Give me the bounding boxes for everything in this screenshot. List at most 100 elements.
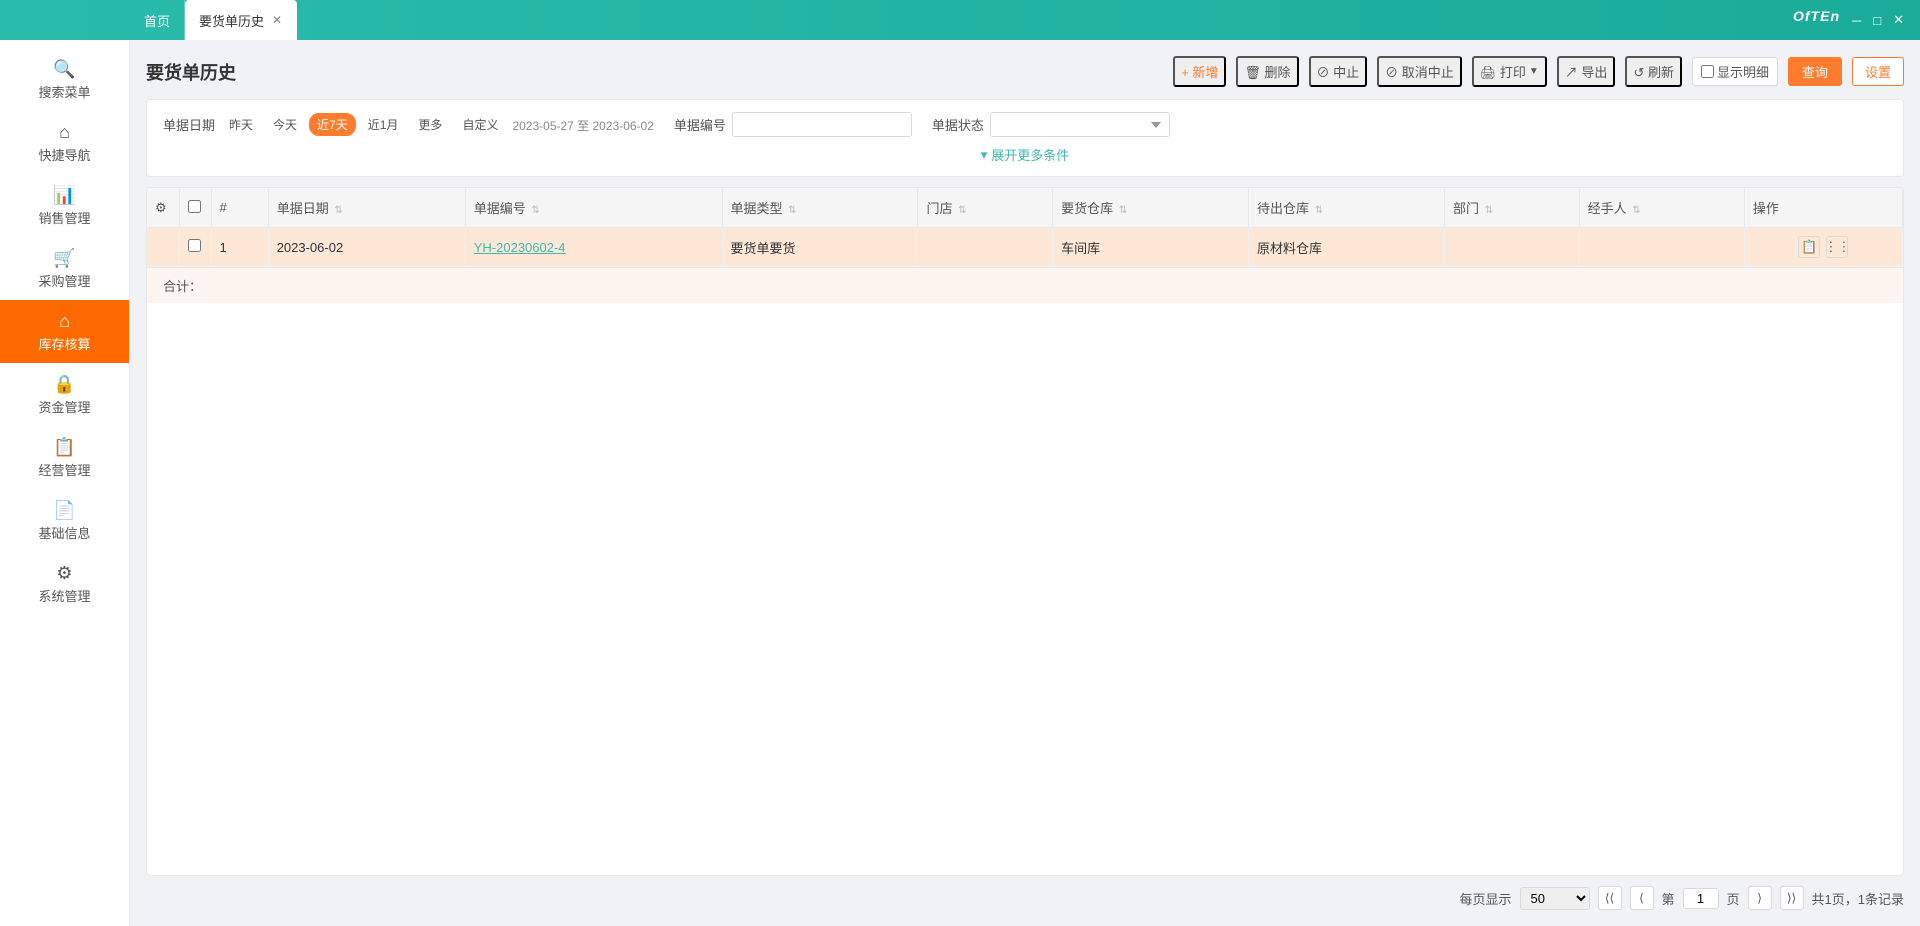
th-date: 单据日期 ⇅ [268,188,465,228]
date-btn-7days[interactable]: 近7天 [309,113,356,136]
sort-icon-pending-wh[interactable]: ⇅ [1315,205,1323,216]
row-checkbox[interactable] [188,239,201,252]
sidebar-item-operation[interactable]: 📋 经营管理 [0,426,129,489]
print-chevron-icon: ▼ [1529,66,1539,77]
query-label: 查询 [1802,62,1828,81]
window-min-icon[interactable]: ─ [1852,13,1861,28]
brand-logo: OfTEn [1793,8,1840,24]
sidebar-item-quick-nav[interactable]: ⌂ 快捷导航 [0,111,129,174]
sidebar-item-finance[interactable]: 🔒 资金管理 [0,363,129,426]
select-all-checkbox[interactable] [188,200,201,213]
th-dept: 部门 ⇅ [1444,188,1579,228]
page-title: 要货单历史 [146,59,236,85]
sort-icon-doc-no[interactable]: ⇅ [531,205,539,216]
tab-requisition-history[interactable]: 要货单历史 ✕ [185,0,297,40]
new-button[interactable]: + 新增 [1173,56,1226,87]
page-label-before: 第 [1662,889,1675,908]
gear-icon: ⚙ [56,564,72,582]
expand-filter-button[interactable]: ▾ 展开更多条件 [981,145,1070,164]
print-button[interactable]: 🖨 打印 ▼ [1472,56,1547,87]
page-label-after: 页 [1727,889,1740,908]
chevron-down-icon: ▾ [981,147,988,163]
sort-icon-handler[interactable]: ⇅ [1632,205,1640,216]
date-btn-yesterday[interactable]: 昨天 [221,113,261,136]
doc-no-link[interactable]: YH-20230602-4 [474,240,566,255]
page-size-select[interactable]: 50 10 20 100 [1520,887,1590,910]
sidebar-item-label: 库存核算 [38,334,90,353]
sidebar-item-label: 基础信息 [38,523,90,542]
chart-icon: 📊 [53,186,75,204]
sidebar: 🔍 搜索菜单 ⌂ 快捷导航 📊 销售管理 🛒 采购管理 ⌂ 库存核算 🔒 资金管… [0,40,130,926]
sort-icon-req-wh[interactable]: ⇅ [1119,205,1127,216]
window-max-icon[interactable]: □ [1873,13,1881,28]
page-input[interactable] [1683,888,1719,909]
sidebar-item-system[interactable]: ⚙ 系统管理 [0,552,129,615]
status-select[interactable] [990,112,1170,137]
stop-button[interactable]: ⊘ 中止 [1309,56,1368,87]
th-no: # [211,188,268,228]
top-bar: 首页 要货单历史 ✕ ─ □ ✕ OfTEn [0,0,1920,40]
page-first-button[interactable]: ⟨⟨ [1598,886,1622,910]
sort-icon-date[interactable]: ⇅ [334,205,342,216]
sort-icon-store[interactable]: ⇅ [958,205,966,216]
td-doc-no: YH-20230602-4 [465,228,722,267]
date-btn-today[interactable]: 今天 [265,113,305,136]
refresh-button[interactable]: ↺ 刷新 [1625,56,1682,87]
sidebar-item-search-menu[interactable]: 🔍 搜索菜单 [0,48,129,111]
page-last-button[interactable]: ⟩⟩ [1780,886,1804,910]
export-button[interactable]: ↗ 导出 [1557,56,1616,87]
delete-button[interactable]: 🗑 删除 [1236,56,1298,87]
sidebar-item-purchase[interactable]: 🛒 采购管理 [0,237,129,300]
page-next-button[interactable]: ⟩ [1748,886,1772,910]
table-header-row: ⚙ # 单据日期 ⇅ 单据编号 ⇅ [147,188,1903,228]
display-detail-checkbox[interactable] [1701,65,1714,78]
page-prev-button[interactable]: ⟨ [1630,886,1654,910]
td-doc-type: 要货单要货 [722,228,918,267]
doc-no-label: 单据编号 [674,115,726,134]
toolbar: + 新增 🗑 删除 ⊘ 中止 ⊘ 取消中止 🖨 打印 ▼ ↗ 导出 [1173,56,1904,87]
stop-label: ⊘ 中止 [1317,62,1360,81]
th-checkbox [179,188,211,228]
home-icon: ⌂ [59,123,70,141]
top-bar-right: ─ □ ✕ [1852,0,1904,40]
page-title-bar: 要货单历史 + 新增 🗑 删除 ⊘ 中止 ⊘ 取消中止 🖨 打印 ▼ [146,56,1904,87]
tab-close-icon[interactable]: ✕ [272,13,282,27]
sort-icon-dept[interactable]: ⇅ [1485,205,1493,216]
th-settings[interactable]: ⚙ [147,188,179,228]
settings-button[interactable]: 设置 [1852,57,1904,86]
date-btn-1month[interactable]: 近1月 [360,113,407,136]
row-action-view[interactable]: 📋 [1798,236,1820,258]
table-row: 1 2023-06-02 YH-20230602-4 要货单要货 车间库 原材料… [147,228,1903,267]
sidebar-item-label: 销售管理 [38,208,90,227]
th-doc-no: 单据编号 ⇅ [465,188,722,228]
sort-icon-doc-type[interactable]: ⇅ [788,205,796,216]
settings-label: 设置 [1865,62,1891,81]
pagination-bar: 每页显示 50 10 20 100 ⟨⟨ ⟨ 第 页 ⟩ ⟩⟩ 共1页，1条记录 [146,876,1904,910]
tab-home[interactable]: 首页 [130,0,185,40]
display-detail-toggle[interactable]: 显示明细 [1692,57,1778,86]
doc-no-input[interactable] [732,112,912,137]
lock-icon: 🔒 [53,375,75,393]
sidebar-item-sales[interactable]: 📊 销售管理 [0,174,129,237]
th-ops: 操作 [1744,188,1902,228]
row-action-more[interactable]: ⋮⋮ [1826,236,1848,258]
td-date: 2023-06-02 [268,228,465,267]
cancel-stop-label: ⊘ 取消中止 [1385,62,1454,81]
status-label: 单据状态 [932,115,984,134]
sidebar-item-inventory[interactable]: ⌂ 库存核算 [0,300,129,363]
date-btn-custom[interactable]: 自定义 [454,113,506,136]
export-label: ↗ 导出 [1565,62,1608,81]
search-icon: 🔍 [53,60,75,78]
date-filter-label: 单据日期 [163,115,215,134]
total-info: 共1页，1条记录 [1812,889,1904,908]
query-button[interactable]: 查询 [1788,57,1842,86]
table-settings-icon[interactable]: ⚙ [155,200,167,215]
inventory-icon: ⌂ [59,312,70,330]
clipboard-icon: 📋 [53,438,75,456]
content-area: 要货单历史 + 新增 🗑 删除 ⊘ 中止 ⊘ 取消中止 🖨 打印 ▼ [130,40,1920,926]
td-req-warehouse: 车间库 [1053,228,1249,267]
cancel-stop-button[interactable]: ⊘ 取消中止 [1377,56,1462,87]
date-btn-more[interactable]: 更多 [410,113,450,136]
sidebar-item-basic-info[interactable]: 📄 基础信息 [0,489,129,552]
window-close-icon[interactable]: ✕ [1893,12,1904,28]
